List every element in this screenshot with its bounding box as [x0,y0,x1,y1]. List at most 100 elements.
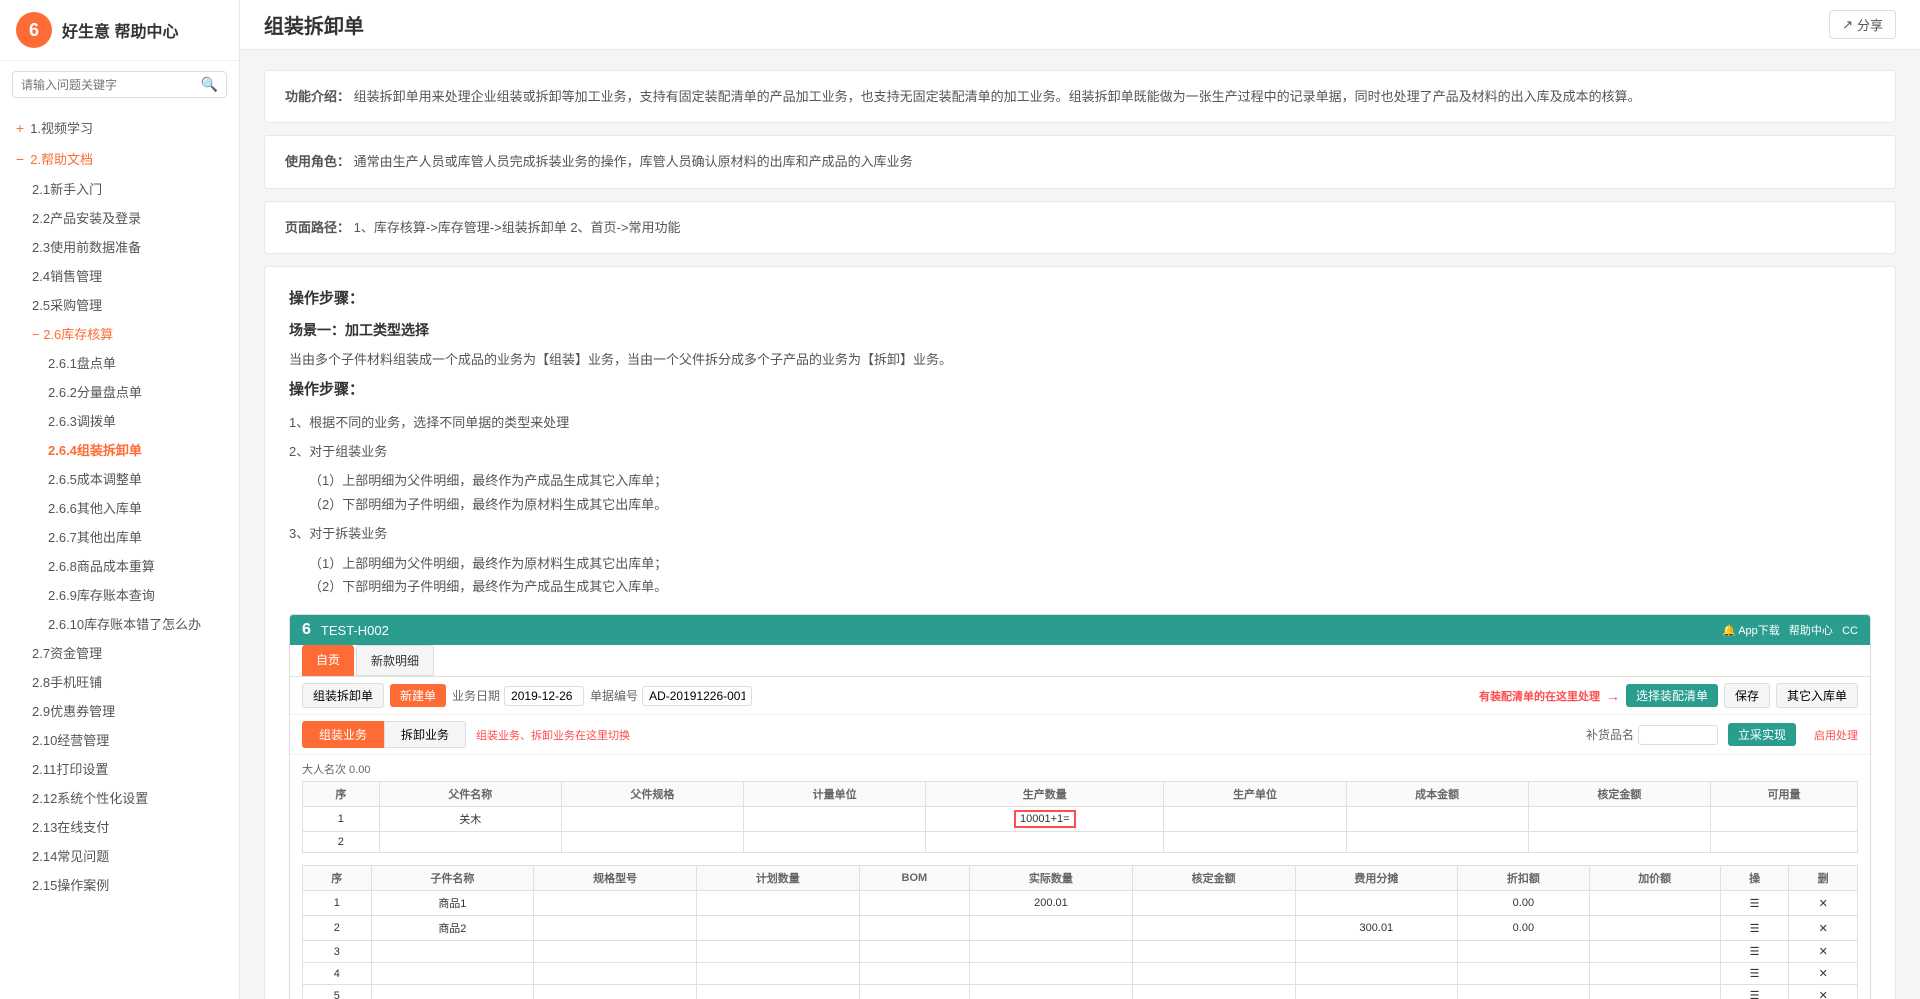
ops-title: 操作步骤： [289,287,1871,308]
sidebar-item-video-learning[interactable]: + 1.视频学习 [0,112,239,143]
mock-tab-detail[interactable]: 新款明细 [356,645,434,676]
step3-2: （2）下部明细为子件明细，最终作为产成品生成其它入库单。 [289,575,1871,598]
mock-type-assemble[interactable]: 组装业务 [302,721,384,748]
lower-row-4: 4☰✕ [303,963,1858,985]
mock-date-label: 业务日期 [452,687,500,704]
sidebar-item-payment[interactable]: 2.13在线支付 [0,812,239,841]
sidebar-item-sales[interactable]: 2.4销售管理 [0,261,239,290]
mock-btn-save[interactable]: 保存 [1724,683,1770,708]
mock-type-tabs: 组装业务 拆卸业务 [302,721,466,748]
screenshot-inner: 6 TEST-H002 🔔 App下载 帮助中心 CC 自贡 新款明细 组装拆卸… [290,615,1870,999]
scene1-title: 场景一：加工类型选择 [289,320,1871,340]
ops-steps-title: 操作步骤： [289,378,1871,399]
path-text: 1、库存核算->库存管理->组装拆卸单 2、首页->常用功能 [354,220,681,235]
sidebar-item-finance[interactable]: 2.7资金管理 [0,638,239,667]
sidebar-item-other-out[interactable]: 2.6.7其他出库单 [0,522,239,551]
lower-row-3: 3☰✕ [303,941,1858,963]
arrow-icon1: → [1606,688,1620,704]
collapse-icon: − [16,151,24,167]
mock-btn-audit[interactable]: 其它入库单 [1776,683,1858,708]
mock-bill-group: 单据编号 [590,686,752,706]
mock-icons: 🔔 App下载 帮助中心 CC [1722,622,1858,638]
mock-upper-table: 序 父件名称 父件规格 计量单位 生产数量 生产单位 成本金额 核定金额 可用量 [302,781,1858,853]
lower-row-1: 1 商品1 200.01 0.00 [303,891,1858,916]
sidebar-item-inventory[interactable]: − 2.6库存核算 [0,319,239,348]
sidebar-item-data-prep[interactable]: 2.3使用前数据准备 [0,232,239,261]
upper-row-2: 2 [303,832,1858,853]
mock-company: TEST-H002 [321,623,389,638]
step3: 3、对于拆装业务 [289,522,1871,545]
sidebar-item-purchase[interactable]: 2.5采购管理 [0,290,239,319]
sidebar-item-other-in[interactable]: 2.6.6其他入库单 [0,493,239,522]
sidebar-item-cost-recalc[interactable]: 2.6.8商品成本重算 [0,551,239,580]
upper-th-cost: 成本金额 [1346,782,1528,807]
sidebar-item-stocktake2[interactable]: 2.6.2分量盘点单 [0,377,239,406]
step2-2: （2）下部明细为子件明细，最终作为原材料生成其它出库单。 [289,493,1871,516]
sidebar-item-operation[interactable]: 2.10经营管理 [0,725,239,754]
mock-btn-confirm[interactable]: 立采实现 [1728,723,1796,746]
mock-annotation1-group: 有装配清单的在这里处理 → 选择装配清单 保存 其它入库单 [1479,683,1858,708]
sidebar-item-stock-fix[interactable]: 2.6.10库存账本错了怎么办 [0,609,239,638]
step3-1: （1）上部明细为父件明细，最终作为原材料生成其它出库单； [289,552,1871,575]
sidebar-item-cases[interactable]: 2.15操作案例 [0,870,239,899]
sidebar-item-stock-book[interactable]: 2.6.9库存账本查询 [0,580,239,609]
upper-th-spec: 父件规格 [561,782,743,807]
upper-row-1: 1 关木 10001+1= [303,807,1858,832]
role-label: 使用角色： [285,154,350,169]
sidebar-item-help-docs[interactable]: − 2.帮助文档 [0,143,239,174]
mock-tab-zg[interactable]: 自贡 [302,645,354,676]
qty-red-box: 10001+1= [1014,810,1076,828]
mock-toolbar: 组装拆卸单 新建单 业务日期 单据编号 有装配清单 [290,677,1870,715]
step1: 1、根据不同的业务，选择不同单据的类型来处理 [289,411,1871,434]
mock-btn-new[interactable]: 组装拆卸单 [302,683,384,708]
sidebar-item-assemble[interactable]: 2.6.4组装拆卸单 [0,435,239,464]
mock-annotation2: 组装业务、拆卸业务在这里切换 [476,727,630,743]
step2-1: （1）上部明细为父件明细，最终作为产成品生成其它入库单； [289,469,1871,492]
sidebar-item-print[interactable]: 2.11打印设置 [0,754,239,783]
sidebar-item-install[interactable]: 2.2产品安装及登录 [0,203,239,232]
sidebar-item-coupon[interactable]: 2.9优惠券管理 [0,696,239,725]
search-box[interactable]: 🔍 [12,71,227,98]
sidebar-nav: + 1.视频学习 − 2.帮助文档 2.1新手入门 2.2产品安装及登录 2.3… [0,108,239,999]
mock-bill-label: 单据编号 [590,687,638,704]
func-intro-block: 功能介绍： 组装拆卸单用来处理企业组装或拆卸等加工业务，支持有固定装配清单的产品… [264,70,1896,123]
mock-type-disassemble[interactable]: 拆卸业务 [384,721,466,748]
upper-th-avail: 可用量 [1710,782,1857,807]
mock-date-input[interactable] [504,686,584,706]
mock-upper-label: 大人名次 0.00 [302,761,1858,777]
lower-row-2: 2 商品2 300.01 0.00 [303,916,1858,941]
upper-th-punit: 生产单位 [1164,782,1346,807]
mock-btn-select[interactable]: 选择装配清单 [1626,684,1718,707]
upper-th-qty: 生产数量 [926,782,1164,807]
sidebar-item-settings[interactable]: 2.12系统个性化设置 [0,783,239,812]
role-text: 通常由生产人员或库管人员完成拆装业务的操作，库管人员确认原材料的出库和产成品的入… [354,154,913,169]
sidebar-item-transfer[interactable]: 2.6.3调拨单 [0,406,239,435]
lower-row-5: 5☰✕ [303,985,1858,999]
mock-type-row: 组装业务 拆卸业务 组装业务、拆卸业务在这里切换 补货品名 立采实现 启用处理 [290,715,1870,755]
sidebar: 6 好生意 帮助中心 🔍 + 1.视频学习 − 2.帮助文档 2.1新手入门 2… [0,0,240,999]
expand-icon: + [16,120,24,136]
sidebar-item-mobile[interactable]: 2.8手机旺铺 [0,667,239,696]
upper-th-seq: 序 [303,782,380,807]
mock-lower-table: 序 子件名称 规格型号 计划数量 BOM 实际数量 核定金额 费用分摊 折扣额 [302,865,1858,999]
scene1-desc: 当由多个子件材料组装成一个成品的业务为【组装】业务，当由一个父件拆分成多个子产品… [289,348,1871,371]
mock-annotation1: 有装配清单的在这里处理 [1479,688,1600,704]
sidebar-item-stocktake[interactable]: 2.6.1盘点单 [0,348,239,377]
path-label: 页面路径： [285,220,350,235]
mock-logo: 6 [302,621,311,639]
search-input[interactable] [21,78,201,92]
mock-bill-input[interactable] [642,686,752,706]
mock-btn-add[interactable]: 新建单 [390,684,446,707]
sidebar-item-cost-adj[interactable]: 2.6.5成本调整单 [0,464,239,493]
mock-annotation3: 启用处理 [1814,727,1858,743]
sidebar-item-newbie[interactable]: 2.1新手入门 [0,174,239,203]
search-icon: 🔍 [201,76,218,93]
mock-upper-table-wrapper: 大人名次 0.00 序 父件名称 父件规格 计量单位 生产数量 生产单位 [290,755,1870,859]
content-body: 操作步骤： 场景一：加工类型选择 当由多个子件材料组装成一个成品的业务为【组装】… [264,266,1896,999]
role-block: 使用角色： 通常由生产人员或库管人员完成拆装业务的操作，库管人员确认原材料的出库… [264,135,1896,188]
mock-warehouse-input[interactable] [1638,725,1718,745]
share-button[interactable]: ↗ 分享 [1829,10,1896,39]
main-area: 组装拆卸单 ↗ 分享 功能介绍： 组装拆卸单用来处理企业组装或拆卸等加工业务，支… [240,0,1920,999]
sidebar-item-faq[interactable]: 2.14常见问题 [0,841,239,870]
mock-warehouse-group: 补货品名 [1586,725,1718,745]
